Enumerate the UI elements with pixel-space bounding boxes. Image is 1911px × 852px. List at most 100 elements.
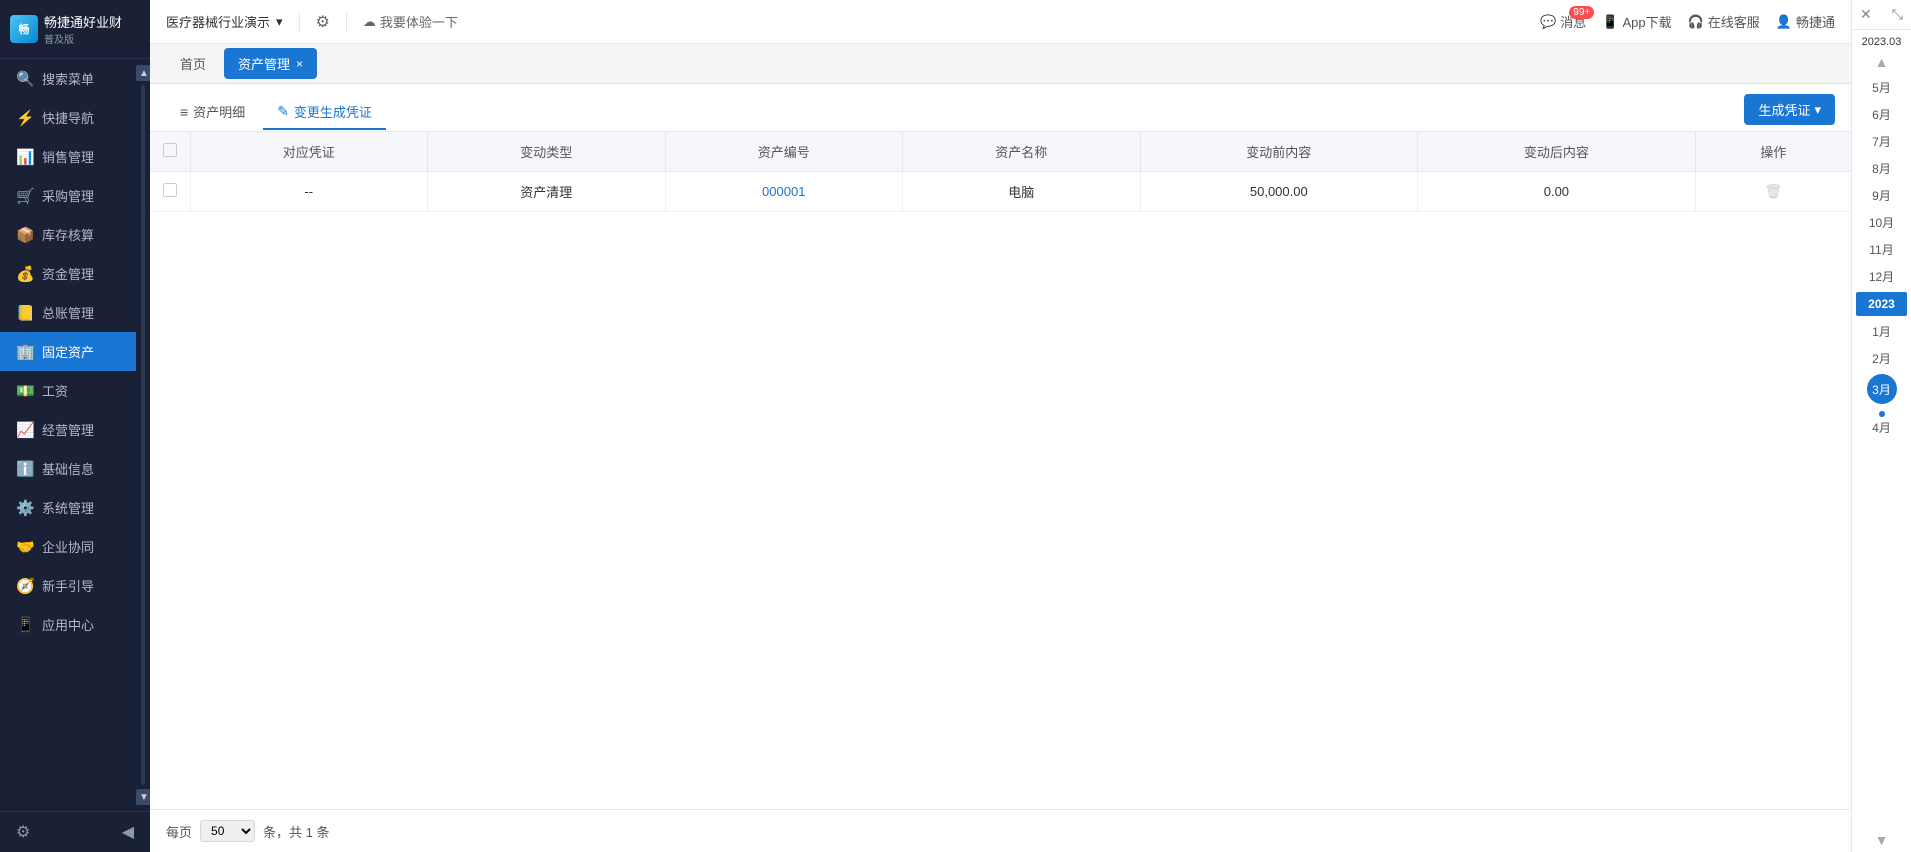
sidebar-item-quicknav[interactable]: ⚡ 快捷导航 [0, 98, 136, 137]
nav-tabs: 首页 资产管理 × [150, 44, 1851, 84]
tab-assets[interactable]: 资产管理 × [224, 48, 317, 79]
month-4[interactable]: 4月 [1852, 406, 1911, 441]
row-checkbox[interactable] [163, 183, 177, 197]
settings-footer-icon[interactable]: ⚙ [16, 822, 30, 842]
sidebar-nav: 🔍 搜索菜单 ⚡ 快捷导航 📊 销售管理 🛒 采购管理 📦 库存核算 💰 [0, 59, 136, 811]
sidebar-item-fixedassets[interactable]: 🏢 固定资产 [0, 332, 136, 371]
logo-text: 畅捷通好业财 普及版 [44, 12, 122, 46]
sidebar-item-enterprise[interactable]: 🤝 企业协同 [0, 527, 136, 566]
sidebar-item-ledger[interactable]: 📒 总账管理 [0, 293, 136, 332]
sidebar-item-guide[interactable]: 🧭 新手引导 [0, 566, 136, 605]
logo-sub: 普及版 [44, 31, 122, 46]
month-10[interactable]: 10月 [1852, 209, 1911, 236]
info-icon: ℹ️ [16, 460, 34, 478]
experience-label: 我要体验一下 [380, 12, 458, 31]
tab-assets-label: 资产管理 [238, 54, 290, 73]
select-all-header[interactable] [150, 132, 190, 172]
chart-icon: 📊 [16, 148, 34, 166]
sidebar-item-sales[interactable]: 📊 销售管理 [0, 137, 136, 176]
handshake-icon: 🤝 [16, 538, 34, 556]
company-name: 医疗器械行业演示 [166, 12, 270, 31]
sub-tab-assets-detail[interactable]: ≡ 资产明细 [166, 95, 259, 130]
sidebar-item-basicinfo[interactable]: ℹ️ 基础信息 [0, 449, 136, 488]
sidebar-label-payroll: 工资 [42, 381, 68, 400]
messages-button[interactable]: 💬 消息 99+ [1540, 12, 1586, 31]
sidebar-label-search: 搜索菜单 [42, 69, 94, 88]
cell-action[interactable]: 🗑 [1695, 172, 1851, 212]
scroll-up-month[interactable]: ▲ [1852, 50, 1911, 74]
month-9[interactable]: 9月 [1852, 182, 1911, 209]
close-panel-button[interactable]: ✕ [1860, 6, 1872, 23]
sidebar-footer: ⚙ ◀ [0, 811, 150, 852]
col-asset-no: 资产编号 [665, 132, 903, 172]
month-2[interactable]: 2月 [1852, 345, 1911, 372]
sidebar-label-operations: 经营管理 [42, 420, 94, 439]
generate-btn-label: 生成凭证 [1758, 100, 1810, 119]
sidebar-label-system: 系统管理 [42, 498, 94, 517]
company-selector[interactable]: 医疗器械行业演示 ▾ [166, 12, 283, 31]
flash-icon: ⚡ [16, 109, 34, 127]
expand-panel-button[interactable]: ⤡ [1892, 6, 1903, 23]
sub-tab-generate-voucher[interactable]: ✎ 变更生成凭证 [263, 95, 386, 130]
month-11[interactable]: 11月 [1852, 236, 1911, 263]
tab-close-icon[interactable]: × [296, 57, 303, 71]
sidebar-item-system[interactable]: ⚙️ 系统管理 [0, 488, 136, 527]
page-size-select[interactable]: 50 10 20 100 [200, 820, 255, 842]
month-5[interactable]: 5月 [1852, 74, 1911, 101]
messages-badge: 99+ [1569, 6, 1594, 19]
right-panel-header: ✕ ⤡ [1852, 0, 1911, 30]
sidebar-item-apps[interactable]: 📱 应用中心 [0, 605, 136, 644]
month-12[interactable]: 12月 [1852, 263, 1911, 290]
logo-name: 畅捷通好业财 [44, 12, 122, 31]
sidebar-label-quicknav: 快捷导航 [42, 108, 94, 127]
scroll-up-button[interactable]: ▲ [136, 65, 150, 81]
sub-tab1-label: 资产明细 [193, 102, 245, 121]
sidebar-label-basicinfo: 基础信息 [42, 459, 94, 478]
gear-icon: ⚙️ [16, 499, 34, 517]
user-button[interactable]: 👤 畅捷通 [1776, 12, 1835, 31]
delete-icon[interactable]: 🗑 [1764, 183, 1782, 199]
app-download-button[interactable]: 📱 App下载 [1602, 12, 1671, 31]
topbar-divider2 [346, 12, 347, 32]
month-3-active[interactable]: 3月 [1867, 374, 1897, 404]
cart-icon: 🛒 [16, 187, 34, 205]
scroll-down-month[interactable]: ▼ [1852, 828, 1911, 852]
year-2023[interactable]: 2023 [1856, 292, 1907, 316]
sidebar-label-enterprise: 企业协同 [42, 537, 94, 556]
tab-home-label: 首页 [180, 57, 206, 72]
tab-home[interactable]: 首页 [166, 48, 220, 79]
month-6[interactable]: 6月 [1852, 101, 1911, 128]
sidebar-item-purchase[interactable]: 🛒 采购管理 [0, 176, 136, 215]
book-icon: 📒 [16, 304, 34, 322]
sidebar-label-guide: 新手引导 [42, 576, 94, 595]
month-8[interactable]: 8月 [1852, 155, 1911, 182]
edit-icon: ✎ [277, 103, 289, 120]
month-1[interactable]: 1月 [1852, 318, 1911, 345]
experience-button[interactable]: ☁ 我要体验一下 [363, 12, 458, 31]
table-row: -- 资产清理 000001 电脑 50,000.00 0.00 🗑 [150, 172, 1851, 212]
cell-asset-no: 000001 [665, 172, 903, 212]
cell-voucher: -- [190, 172, 428, 212]
search-icon: 🔍 [16, 70, 34, 88]
sidebar-label-fixedassets: 固定资产 [42, 342, 94, 361]
settings-icon[interactable]: ⚙ [316, 12, 330, 32]
collapse-icon[interactable]: ◀ [122, 822, 134, 842]
row-checkbox-cell[interactable] [150, 172, 190, 212]
scroll-down-button[interactable]: ▼ [136, 789, 150, 805]
sidebar-item-search[interactable]: 🔍 搜索菜单 [0, 59, 136, 98]
payroll-icon: 💵 [16, 382, 34, 400]
month-7[interactable]: 7月 [1852, 128, 1911, 155]
logo-icon: 畅 [10, 15, 38, 43]
generate-voucher-button[interactable]: 生成凭证 ▾ [1744, 94, 1835, 125]
sidebar-label-capital: 资金管理 [42, 264, 94, 283]
sidebar-item-inventory[interactable]: 📦 库存核算 [0, 215, 136, 254]
sidebar-item-capital[interactable]: 💰 资金管理 [0, 254, 136, 293]
customer-service-button[interactable]: 🎧 在线客服 [1688, 12, 1760, 31]
topbar-divider [299, 12, 300, 32]
dropdown-icon: ▾ [276, 14, 283, 30]
sidebar-item-payroll[interactable]: 💵 工资 [0, 371, 136, 410]
compass-icon: 🧭 [16, 577, 34, 595]
sidebar-item-operations[interactable]: 📈 经营管理 [0, 410, 136, 449]
topbar-right: 💬 消息 99+ 📱 App下载 🎧 在线客服 👤 畅捷通 [1540, 12, 1835, 31]
select-all-checkbox[interactable] [163, 143, 177, 157]
